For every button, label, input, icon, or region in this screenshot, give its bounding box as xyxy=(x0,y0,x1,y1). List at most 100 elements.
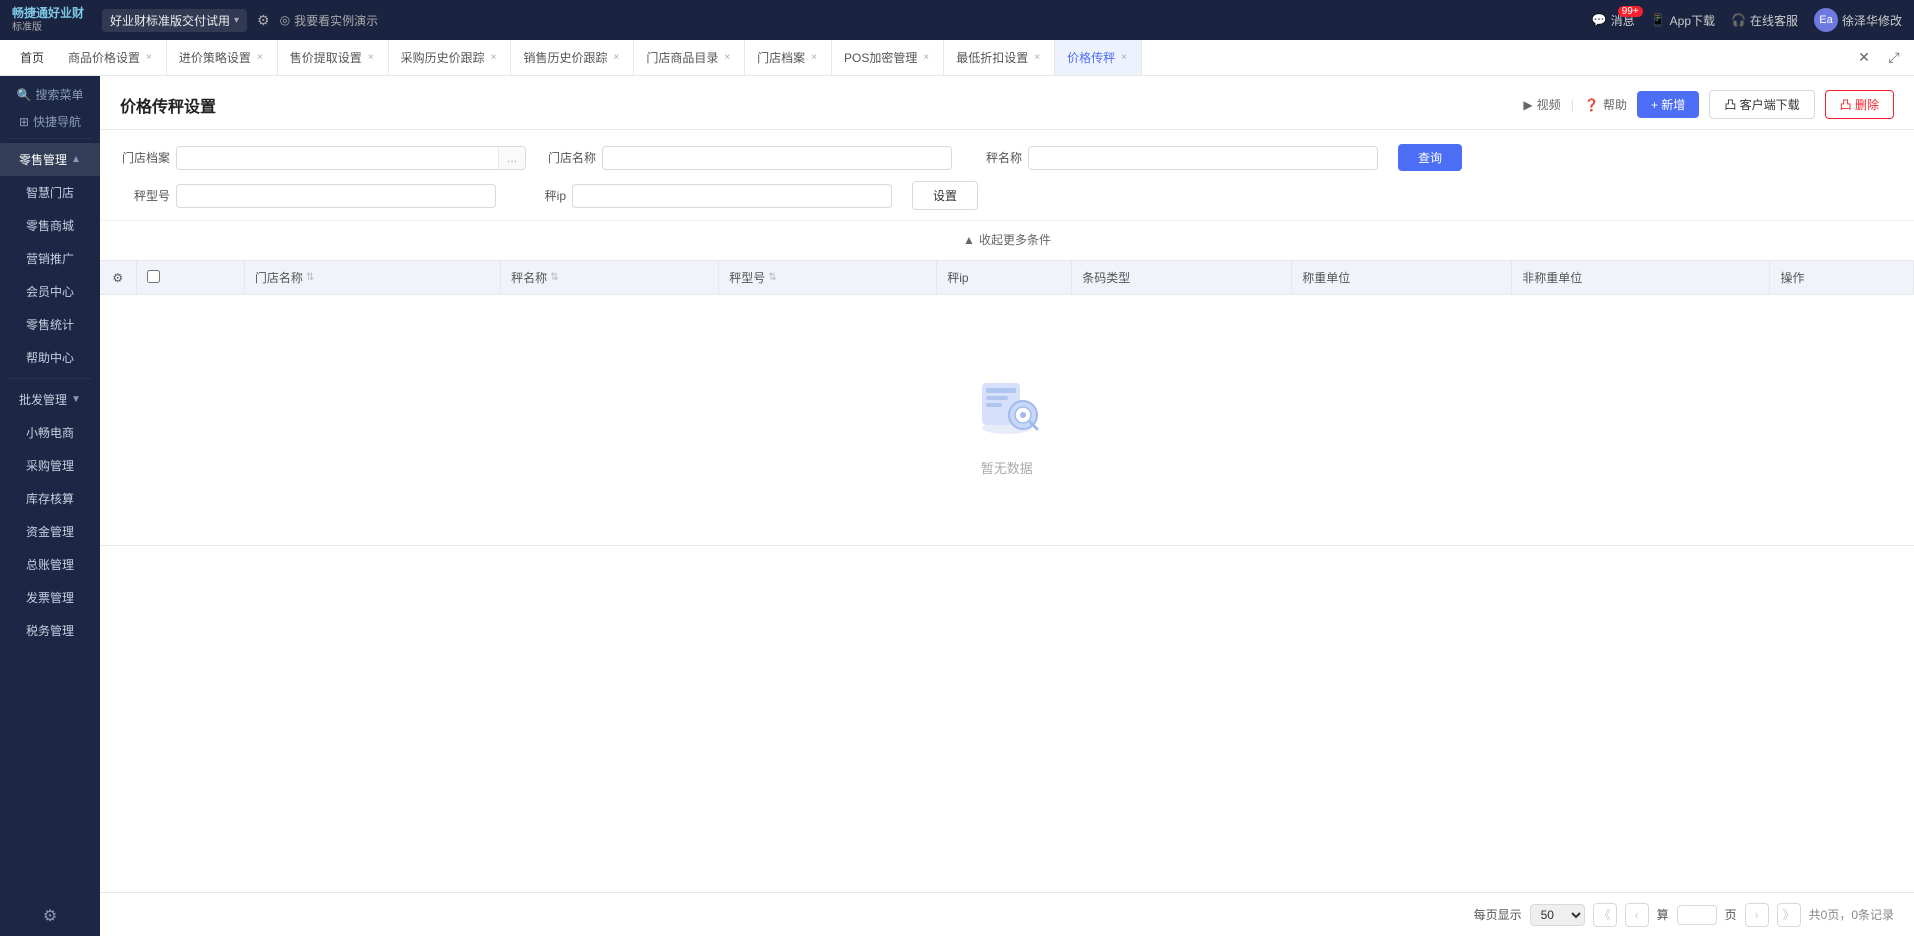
store-file-ref-button[interactable]: ... xyxy=(498,147,525,169)
filter-area: 门店档案 ... 门店名称 秤名称 查询 xyxy=(100,130,1914,261)
marketing-label: 营销推广 xyxy=(26,250,74,267)
tab-store-file[interactable]: 门店档案 × xyxy=(745,40,832,76)
scale-model-input[interactable] xyxy=(176,184,496,208)
sidebar-item-purchase[interactable]: 采购管理 xyxy=(0,449,100,482)
empty-state: 暂无数据 xyxy=(110,303,1904,537)
sidebar-item-retail-stats[interactable]: 零售统计 xyxy=(0,308,100,341)
sidebar-item-inventory[interactable]: 库存核算 xyxy=(0,482,100,515)
tab-price-transfer[interactable]: 价格传秤 × xyxy=(1055,40,1142,76)
tab-pos-management[interactable]: POS加密管理 × xyxy=(832,40,944,76)
tab-min-discount[interactable]: 最低折扣设置 × xyxy=(944,40,1055,76)
tab-close-pos-management[interactable]: × xyxy=(921,52,931,63)
collapse-button[interactable]: ▲ 收起更多条件 xyxy=(100,227,1914,252)
th-scale-name[interactable]: 秤名称 ⇅ xyxy=(501,261,719,295)
store-file-input[interactable] xyxy=(177,147,498,169)
message-action[interactable]: 💬 消息 99+ xyxy=(1592,12,1635,29)
tab-close-purchase-strategy[interactable]: × xyxy=(255,52,265,63)
th-gear[interactable]: ⚙ xyxy=(100,261,136,295)
sidebar-nav[interactable]: ⊞ 快捷导航 xyxy=(0,109,100,134)
th-weight-unit: 称重单位 xyxy=(1292,261,1512,295)
page-number-label: 算 xyxy=(1657,906,1669,923)
sidebar-item-ecommerce[interactable]: 小畅电商 xyxy=(0,416,100,449)
user-action[interactable]: Ea 徐泽华修改 xyxy=(1814,8,1902,32)
add-button-label: + 新增 xyxy=(1651,96,1685,113)
tab-close-store-file[interactable]: × xyxy=(809,52,819,63)
th-scale-model[interactable]: 秤型号 ⇅ xyxy=(719,261,937,295)
download-button-label: 凸 客户端下载 xyxy=(1724,96,1799,113)
ecommerce-label: 小畅电商 xyxy=(26,424,74,441)
smart-store-label: 智慧门店 xyxy=(26,184,74,201)
th-store-name[interactable]: 门店名称 ⇅ xyxy=(244,261,500,295)
video-link[interactable]: ▶ 视频 xyxy=(1523,96,1560,113)
next-page-button[interactable]: › xyxy=(1745,903,1769,927)
logo-title: 畅捷通好业财 xyxy=(12,6,92,22)
sidebar-item-member[interactable]: 会员中心 xyxy=(0,275,100,308)
tab-sale-extract[interactable]: 售价提取设置 × xyxy=(278,40,389,76)
empty-row: 暂无数据 xyxy=(100,295,1914,546)
page-number-input[interactable]: 1 xyxy=(1677,905,1717,925)
sidebar-bottom: ⚙ xyxy=(0,896,100,936)
store-name-input[interactable] xyxy=(602,146,952,170)
tab-home[interactable]: 首页 xyxy=(8,40,56,76)
download-button[interactable]: 凸 客户端下载 xyxy=(1709,90,1814,119)
sidebar-item-invoice[interactable]: 发票管理 xyxy=(0,581,100,614)
tab-close-min-discount[interactable]: × xyxy=(1032,52,1042,63)
sort-scale-name-icon: ⇅ xyxy=(550,272,558,283)
tab-store-catalog[interactable]: 门店商品目录 × xyxy=(634,40,745,76)
scale-name-input[interactable] xyxy=(1028,146,1378,170)
select-all-checkbox[interactable] xyxy=(147,270,160,283)
version-selector[interactable]: 好业财标准版交付试用 ▾ xyxy=(102,9,247,32)
sidebar-item-smart-store[interactable]: 智慧门店 xyxy=(0,176,100,209)
avatar: Ea xyxy=(1814,8,1838,32)
tab-sale-history[interactable]: 销售历史价跟踪 × xyxy=(511,40,634,76)
sidebar-item-retail[interactable]: 零售管理 ▲ xyxy=(0,143,100,176)
tab-maximize-button[interactable]: ⤢ xyxy=(1882,46,1906,70)
tab-store-file-label: 门店档案 xyxy=(757,49,805,66)
delete-button[interactable]: 凸 删除 xyxy=(1825,90,1894,119)
header-separator: | xyxy=(1571,97,1574,112)
tab-close-sale-history[interactable]: × xyxy=(611,52,621,63)
help-label: 帮助 xyxy=(1603,96,1627,113)
tab-purchase-history[interactable]: 采购历史价跟踪 × xyxy=(389,40,512,76)
page-size-select[interactable]: 20 50 100 xyxy=(1530,904,1585,926)
last-page-button[interactable]: 》 xyxy=(1777,903,1801,927)
add-button[interactable]: + 新增 xyxy=(1637,91,1699,118)
version-label: 好业财标准版交付试用 xyxy=(110,12,230,29)
tab-close-all-button[interactable]: ✕ xyxy=(1852,46,1876,70)
set-button[interactable]: 设置 xyxy=(912,181,978,210)
sidebar-item-finance[interactable]: 资金管理 xyxy=(0,515,100,548)
th-barcode-type: 条码类型 xyxy=(1072,261,1292,295)
tab-close-sale-extract[interactable]: × xyxy=(366,52,376,63)
sidebar-item-marketing[interactable]: 营销推广 xyxy=(0,242,100,275)
retail-label: 零售管理 xyxy=(19,151,67,168)
sidebar-item-general-ledger[interactable]: 总账管理 xyxy=(0,548,100,581)
demo-link-button[interactable]: ◎ 我要看实例演示 xyxy=(280,12,379,29)
tab-close-store-catalog[interactable]: × xyxy=(722,52,732,63)
prev-page-button[interactable]: ‹ xyxy=(1625,903,1649,927)
tab-purchase-strategy[interactable]: 进价策略设置 × xyxy=(167,40,278,76)
settings-icon-button[interactable]: ⚙ xyxy=(257,12,270,29)
invoice-label: 发票管理 xyxy=(26,589,74,606)
general-ledger-label: 总账管理 xyxy=(26,556,74,573)
tab-price-settings[interactable]: 商品价格设置 × xyxy=(56,40,167,76)
sidebar-item-wholesale[interactable]: 批发管理 ▼ xyxy=(0,383,100,416)
sidebar-divider-mid xyxy=(8,378,92,379)
tab-close-purchase-history[interactable]: × xyxy=(489,52,499,63)
app-download-action[interactable]: 📱 App下载 xyxy=(1651,12,1715,29)
sidebar-search[interactable]: 🔍 搜索菜单 xyxy=(0,76,100,109)
help-link[interactable]: ❓ 帮助 xyxy=(1584,96,1627,113)
first-page-button[interactable]: 《 xyxy=(1593,903,1617,927)
sidebar-item-help[interactable]: 帮助中心 xyxy=(0,341,100,374)
scale-ip-input[interactable] xyxy=(572,184,892,208)
sidebar-item-retail-mall[interactable]: 零售商城 xyxy=(0,209,100,242)
sidebar-gear-icon[interactable]: ⚙ xyxy=(43,906,57,926)
dropdown-arrow-icon: ▾ xyxy=(234,15,239,26)
tab-close-price-settings[interactable]: × xyxy=(144,52,154,63)
query-button[interactable]: 查询 xyxy=(1398,144,1462,171)
page-header-right: ▶ 视频 | ❓ 帮助 + 新增 凸 客户端下载 凸 删除 xyxy=(1523,90,1894,119)
set-button-label: 设置 xyxy=(933,187,957,204)
th-checkbox[interactable] xyxy=(136,261,244,295)
online-service-action[interactable]: 🎧 在线客服 xyxy=(1731,12,1798,29)
sidebar-item-tax[interactable]: 税务管理 xyxy=(0,614,100,647)
tab-close-price-transfer[interactable]: × xyxy=(1119,52,1129,63)
